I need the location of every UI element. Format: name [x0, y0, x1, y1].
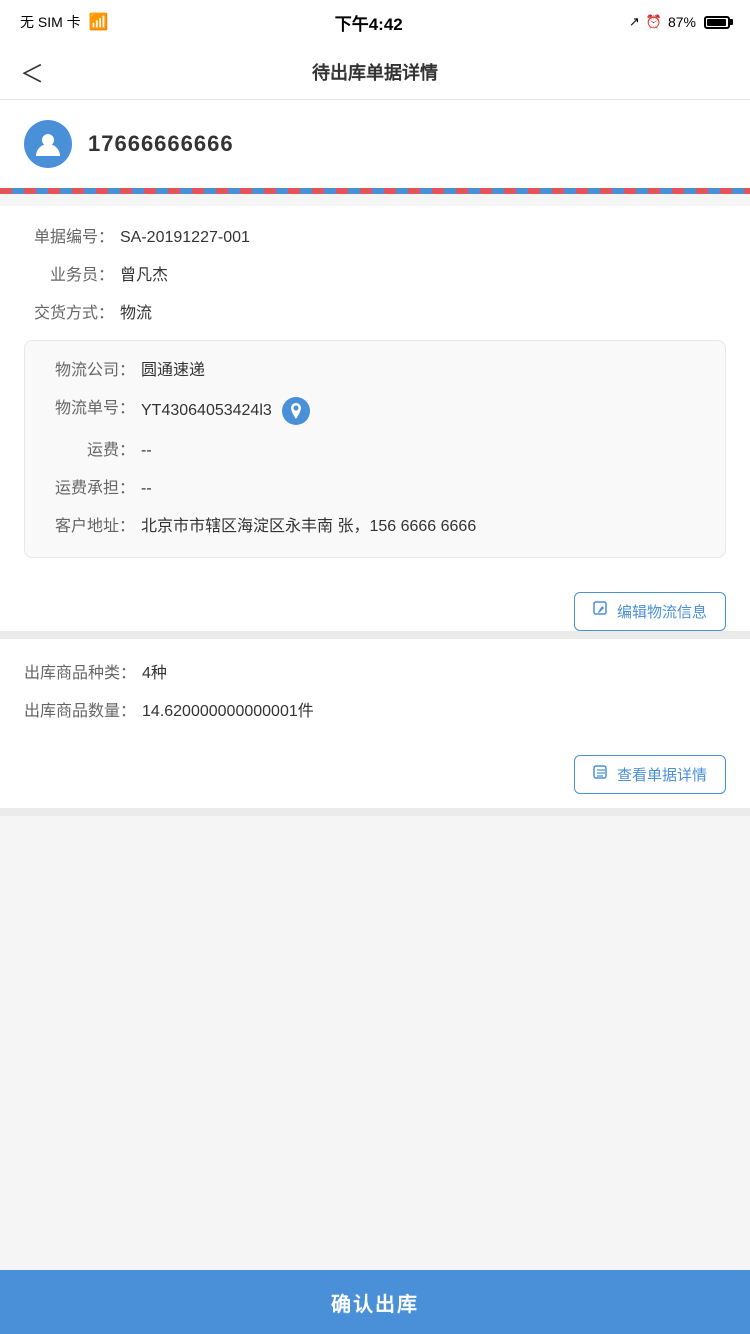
status-time: 下午4:42 — [335, 10, 403, 35]
logistics-tracking-row: 物流单号： YT43064053424l3 — [45, 397, 705, 425]
detail-icon — [593, 765, 609, 785]
status-carrier: 无 SIM 卡 📶 — [20, 12, 109, 32]
edit-logistics-label: 编辑物流信息 — [617, 601, 707, 622]
agent-label: 业务员： — [24, 264, 114, 288]
goods-section: 出库商品种类： 4种 出库商品数量： 14.620000000000001件 — [0, 639, 750, 741]
freight-row: 运费： -- — [45, 439, 705, 463]
goods-quantity-row: 出库商品数量： 14.620000000000001件 — [24, 697, 726, 721]
logistics-tracking-value: YT43064053424l3 — [141, 397, 705, 425]
confirm-button[interactable]: 确认出库 — [0, 1270, 750, 1334]
document-info: 单据编号： SA-20191227-001 业务员： 曾凡杰 交货方式： 物流 … — [0, 206, 750, 578]
doc-number-row: 单据编号： SA-20191227-001 — [24, 226, 726, 250]
address-value: 北京市市辖区海淀区永丰南 张，156 6666 6666 — [141, 515, 705, 539]
agent-value: 曾凡杰 — [120, 264, 726, 288]
delivery-row: 交货方式： 物流 — [24, 302, 726, 326]
bottom-spacer — [0, 816, 750, 996]
freight-value: -- — [141, 439, 705, 463]
page-title: 待出库单据详情 — [312, 59, 438, 85]
logistics-card: 物流公司： 圆通速递 物流单号： YT43064053424l3 运费： -- — [24, 340, 726, 558]
edit-btn-row: 编辑物流信息 — [0, 578, 750, 631]
back-button[interactable]: ＜ — [20, 54, 44, 89]
wifi-icon: 📶 — [89, 12, 109, 32]
delivery-label: 交货方式： — [24, 302, 114, 326]
nav-bar: ＜ 待出库单据详情 — [0, 44, 750, 100]
doc-number-value: SA-20191227-001 — [120, 226, 726, 250]
view-detail-button[interactable]: 查看单据详情 — [574, 755, 726, 794]
delivery-value: 物流 — [120, 302, 726, 326]
goods-quantity-value: 14.620000000000001件 — [142, 697, 726, 721]
goods-types-row: 出库商品种类： 4种 — [24, 659, 726, 683]
logistics-company-label: 物流公司： — [45, 359, 135, 383]
goods-quantity-label: 出库商品数量： — [24, 697, 136, 721]
view-detail-label: 查看单据详情 — [617, 764, 707, 785]
logistics-tracking-label: 物流单号： — [45, 397, 135, 421]
location-pin-icon[interactable] — [282, 397, 310, 425]
detail-btn-row: 查看单据详情 — [0, 741, 750, 808]
logistics-company-row: 物流公司： 圆通速递 — [45, 359, 705, 383]
freight-label: 运费： — [45, 439, 135, 463]
gray-separator — [0, 631, 750, 639]
freight-bear-label: 运费承担： — [45, 477, 135, 501]
location-icon: ↗ — [629, 14, 640, 30]
logistics-company-value: 圆通速递 — [141, 359, 705, 383]
battery-percent: 87% — [668, 14, 696, 30]
confirm-label: 确认出库 — [331, 1288, 419, 1317]
goods-types-label: 出库商品种类： — [24, 659, 136, 683]
status-right: ↗ ⏰ 87% — [629, 14, 730, 30]
alarm-icon: ⏰ — [646, 14, 662, 30]
doc-number-label: 单据编号： — [24, 226, 114, 250]
user-phone: 17666666666 — [88, 131, 234, 157]
edit-icon — [593, 601, 609, 622]
dashed-divider — [0, 188, 750, 194]
address-label: 客户地址： — [45, 515, 135, 539]
status-bar: 无 SIM 卡 📶 下午4:42 ↗ ⏰ 87% — [0, 0, 750, 44]
edit-logistics-button[interactable]: 编辑物流信息 — [574, 592, 726, 631]
freight-bear-value: -- — [141, 477, 705, 501]
goods-types-value: 4种 — [142, 659, 726, 683]
address-row: 客户地址： 北京市市辖区海淀区永丰南 张，156 6666 6666 — [45, 515, 705, 539]
gray-separator-2 — [0, 808, 750, 816]
carrier-text: 无 SIM 卡 — [20, 12, 81, 32]
user-card: 17666666666 — [0, 100, 750, 188]
battery-icon — [704, 16, 730, 29]
agent-row: 业务员： 曾凡杰 — [24, 264, 726, 288]
freight-bear-row: 运费承担： -- — [45, 477, 705, 501]
avatar — [24, 120, 72, 168]
